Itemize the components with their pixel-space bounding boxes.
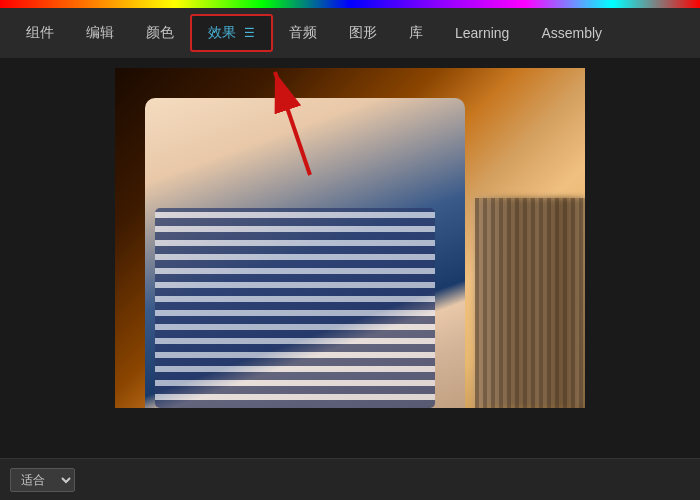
video-preview [115,68,585,408]
menu-item-learning[interactable]: Learning [439,17,526,49]
menu-bar: 组件 编辑 颜色 效果 ☰ 音频 图形 库 Learning Assembly [0,8,700,58]
menu-item-library[interactable]: 库 [393,16,439,50]
effects-icon: ☰ [244,26,255,40]
top-gradient-bar [0,0,700,8]
menu-item-components[interactable]: 组件 [10,16,70,50]
main-area [0,58,700,458]
video-canvas [115,68,585,408]
menu-item-graphics[interactable]: 图形 [333,16,393,50]
scene-stripes [155,208,435,408]
menu-item-assembly[interactable]: Assembly [525,17,618,49]
fit-select[interactable]: 适合 25% 50% 75% 100% 150% 200% [10,468,75,492]
menu-item-effects[interactable]: 效果 ☰ [190,14,273,52]
bottom-bar: 适合 25% 50% 75% 100% 150% 200% [0,458,700,500]
menu-item-edit[interactable]: 编辑 [70,16,130,50]
censored-overlay [475,198,585,408]
menu-item-color[interactable]: 颜色 [130,16,190,50]
menu-item-audio[interactable]: 音频 [273,16,333,50]
